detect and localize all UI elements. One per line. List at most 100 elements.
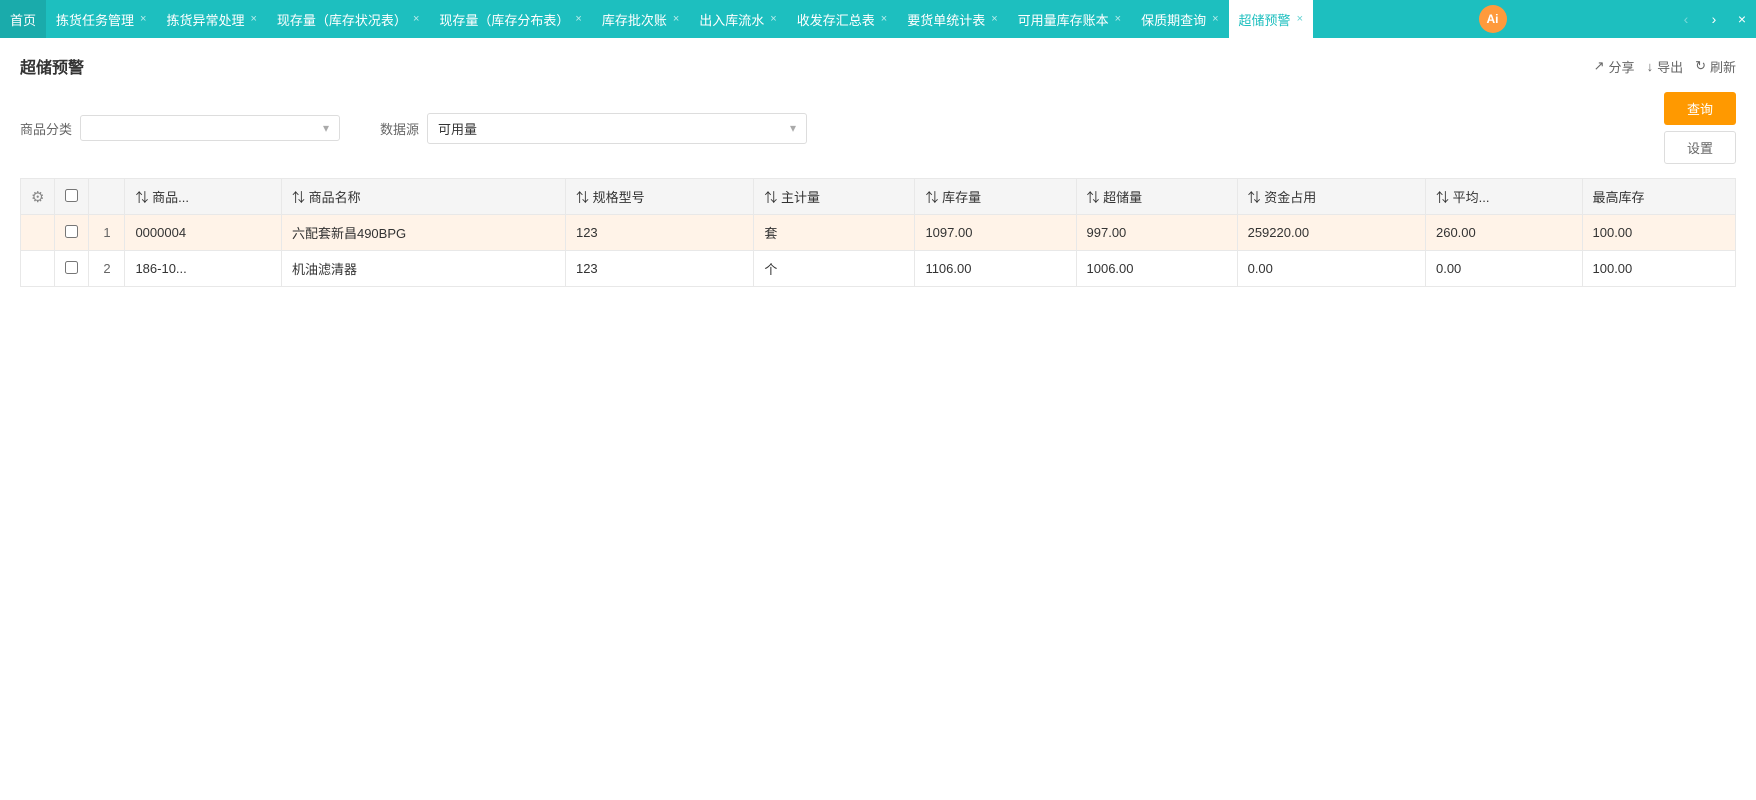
cell-avg: 0.00 xyxy=(1425,251,1582,287)
datasource-value: 可用量 xyxy=(438,119,477,138)
datasource-select[interactable]: 可用量 ▾ xyxy=(427,113,807,144)
cell-spec: 123 xyxy=(565,215,753,251)
category-arrow-icon: ▾ xyxy=(323,121,329,135)
header-product-code[interactable]: ⇅ 商品... xyxy=(125,179,282,215)
cell-max-stock: 100.00 xyxy=(1582,215,1736,251)
sort-icon-avg: ⇅ xyxy=(1436,190,1449,205)
title-actions: ↗ 分享 ↓ 导出 ↻ 刷新 xyxy=(1594,57,1736,76)
export-icon: ↓ xyxy=(1647,59,1654,74)
nav-item-batch-account[interactable]: 库存批次账× xyxy=(592,0,689,38)
export-label: 导出 xyxy=(1657,57,1683,76)
header-avg[interactable]: ⇅ 平均... xyxy=(1425,179,1582,215)
nav-item-inventory-dist[interactable]: 现存量（库存分布表）× xyxy=(429,0,591,38)
cell-row-num: 1 xyxy=(89,215,125,251)
header-unit[interactable]: ⇅ 主计量 xyxy=(754,179,915,215)
cell-overstock: 1006.00 xyxy=(1076,251,1237,287)
category-filter: 商品分类 ▾ xyxy=(20,115,340,141)
header-avg-label: 平均... xyxy=(1453,190,1490,205)
cell-avg: 260.00 xyxy=(1425,215,1582,251)
sort-icon-overstock: ⇅ xyxy=(1087,190,1100,205)
sort-icon-product-name: ⇅ xyxy=(292,190,305,205)
header-capital[interactable]: ⇅ 资金占用 xyxy=(1237,179,1425,215)
select-all-checkbox[interactable] xyxy=(65,189,78,202)
cell-product-name: 机油滤清器 xyxy=(281,251,565,287)
header-rownum xyxy=(89,179,125,215)
nav-close-abnormal[interactable]: × xyxy=(250,13,256,25)
nav-item-task-mgmt[interactable]: 拣货任务管理× xyxy=(46,0,156,38)
header-product-name[interactable]: ⇅ 商品名称 xyxy=(281,179,565,215)
nav-close-available-account[interactable]: × xyxy=(1115,13,1121,25)
header-product-name-label: 商品名称 xyxy=(309,190,361,205)
nav-item-inventory-status[interactable]: 现存量（库存状况表）× xyxy=(267,0,429,38)
nav-close-recv-send[interactable]: × xyxy=(881,13,887,25)
cell-settings xyxy=(21,251,55,287)
header-settings[interactable]: ⚙ xyxy=(21,179,55,215)
cell-checkbox xyxy=(55,215,89,251)
nav-close-inventory-dist[interactable]: × xyxy=(575,13,581,25)
cell-product-code: 0000004 xyxy=(125,215,282,251)
category-select[interactable]: ▾ xyxy=(80,115,340,141)
sort-icon-product-code: ⇅ xyxy=(135,190,148,205)
nav-close-in-out-flow[interactable]: × xyxy=(770,13,776,25)
header-overstock[interactable]: ⇅ 超储量 xyxy=(1076,179,1237,215)
page-title: 超储预警 xyxy=(20,54,84,78)
table-header: ⚙ ⇅ 商品... ⇅ 商品名称 ⇅ 规格型号 xyxy=(21,179,1736,215)
nav-close-order-stats[interactable]: × xyxy=(991,13,997,25)
nav-next-button[interactable]: › xyxy=(1700,0,1728,38)
filter-row: 商品分类 ▾ 数据源 可用量 ▾ 查询 设置 xyxy=(20,92,1736,164)
query-button[interactable]: 查询 xyxy=(1664,92,1736,125)
refresh-button[interactable]: ↻ 刷新 xyxy=(1695,57,1736,76)
row-checkbox[interactable] xyxy=(65,261,78,274)
page-title-row: 超储预警 ↗ 分享 ↓ 导出 ↻ 刷新 xyxy=(20,54,1736,78)
cell-stock: 1106.00 xyxy=(915,251,1076,287)
user-avatar[interactable]: Ai xyxy=(1475,3,1511,35)
nav-item-overstock[interactable]: 超储预警× xyxy=(1229,0,1313,38)
nav-close-inventory-status[interactable]: × xyxy=(413,13,419,25)
header-spec[interactable]: ⇅ 规格型号 xyxy=(565,179,753,215)
nav-item-in-out-flow[interactable]: 出入库流水× xyxy=(689,0,786,38)
cell-max-stock: 100.00 xyxy=(1582,251,1736,287)
export-button[interactable]: ↓ 导出 xyxy=(1647,57,1684,76)
header-unit-label: 主计量 xyxy=(781,190,820,205)
share-button[interactable]: ↗ 分享 xyxy=(1594,57,1635,76)
header-max-stock-label: 最高库存 xyxy=(1593,190,1645,205)
datasource-filter: 数据源 可用量 ▾ xyxy=(380,113,807,144)
header-stock-label: 库存量 xyxy=(942,190,981,205)
nav-close-all-button[interactable]: × xyxy=(1728,0,1756,38)
nav-item-order-stats[interactable]: 要货单统计表× xyxy=(897,0,1007,38)
data-table: ⚙ ⇅ 商品... ⇅ 商品名称 ⇅ 规格型号 xyxy=(20,178,1736,287)
table-body: 10000004六配套新昌490BPG123套1097.00997.002592… xyxy=(21,215,1736,287)
header-max-stock: 最高库存 xyxy=(1582,179,1736,215)
row-checkbox[interactable] xyxy=(65,225,78,238)
refresh-label: 刷新 xyxy=(1710,57,1736,76)
nav-close-overstock[interactable]: × xyxy=(1297,13,1303,25)
nav-prev-button[interactable]: ‹ xyxy=(1672,0,1700,38)
nav-item-home[interactable]: 首页 xyxy=(0,0,46,38)
table-row: 10000004六配套新昌490BPG123套1097.00997.002592… xyxy=(21,215,1736,251)
cell-settings xyxy=(21,215,55,251)
nav-item-abnormal[interactable]: 拣货异常处理× xyxy=(156,0,266,38)
avatar: Ai xyxy=(1479,5,1507,33)
header-stock[interactable]: ⇅ 库存量 xyxy=(915,179,1076,215)
sort-icon-spec: ⇅ xyxy=(576,190,589,205)
nav-close-task-mgmt[interactable]: × xyxy=(140,13,146,25)
nav-item-available-account[interactable]: 可用量库存账本× xyxy=(1008,0,1131,38)
header-capital-label: 资金占用 xyxy=(1264,190,1316,205)
header-spec-label: 规格型号 xyxy=(593,190,645,205)
cell-product-code: 186-10... xyxy=(125,251,282,287)
cell-stock: 1097.00 xyxy=(915,215,1076,251)
category-label: 商品分类 xyxy=(20,119,72,138)
share-label: 分享 xyxy=(1609,57,1635,76)
nav-item-expiry[interactable]: 保质期查询× xyxy=(1131,0,1228,38)
cell-row-num: 2 xyxy=(89,251,125,287)
nav-close-expiry[interactable]: × xyxy=(1212,13,1218,25)
nav-item-recv-send[interactable]: 收发存汇总表× xyxy=(787,0,897,38)
settings-button[interactable]: 设置 xyxy=(1664,131,1736,164)
top-navigation: 首页拣货任务管理×拣货异常处理×现存量（库存状况表）×现存量（库存分布表）×库存… xyxy=(0,0,1756,38)
share-icon: ↗ xyxy=(1594,58,1605,74)
nav-close-batch-account[interactable]: × xyxy=(673,13,679,25)
cell-checkbox xyxy=(55,251,89,287)
refresh-icon: ↻ xyxy=(1695,58,1706,74)
header-checkbox xyxy=(55,179,89,215)
cell-unit: 个 xyxy=(754,251,915,287)
